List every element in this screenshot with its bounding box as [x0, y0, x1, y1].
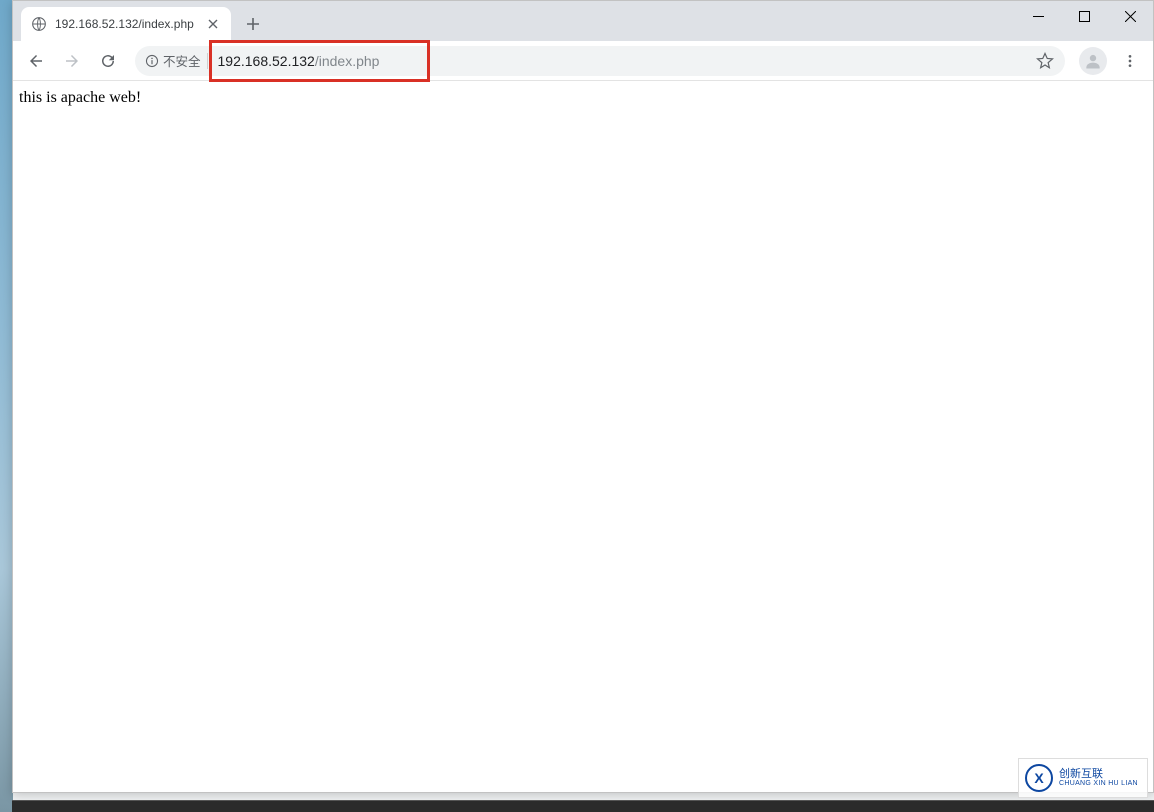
browser-tab-active[interactable]: 192.168.52.132/index.php — [21, 7, 231, 41]
browser-toolbar: 不安全 192.168.52.132/index.php — [13, 41, 1153, 81]
tab-strip: 192.168.52.132/index.php — [13, 1, 1153, 41]
window-controls — [1015, 1, 1153, 31]
bookmark-star-button[interactable] — [1035, 51, 1055, 71]
url-text: 192.168.52.132/index.php — [218, 53, 380, 69]
watermark-badge: X 创新互联 CHUANG XIN HU LIAN — [1018, 758, 1148, 798]
browser-window: 192.168.52.132/index.php — [12, 0, 1154, 793]
window-maximize-button[interactable] — [1061, 1, 1107, 31]
reload-button[interactable] — [91, 44, 125, 78]
watermark-logo-icon: X — [1025, 764, 1053, 792]
browser-menu-button[interactable] — [1113, 44, 1147, 78]
url-host: 192.168.52.132 — [218, 53, 315, 69]
window-close-button[interactable] — [1107, 1, 1153, 31]
watermark-brand: 创新互联 — [1059, 768, 1138, 780]
site-security-chip[interactable]: 不安全 — [145, 51, 210, 70]
profile-avatar-button[interactable] — [1079, 47, 1107, 75]
page-content: this is apache web! — [13, 81, 1153, 792]
tab-title: 192.168.52.132/index.php — [55, 17, 205, 31]
back-button[interactable] — [19, 44, 53, 78]
info-icon — [145, 54, 159, 68]
watermark-subtext: CHUANG XIN HU LIAN — [1059, 780, 1138, 788]
globe-icon — [31, 16, 47, 32]
page-body-text: this is apache web! — [19, 89, 141, 106]
url-path: /index.php — [315, 53, 380, 69]
separator — [207, 53, 208, 69]
taskbar-sliver — [12, 800, 1154, 812]
forward-button[interactable] — [55, 44, 89, 78]
insecure-label: 不安全 — [163, 51, 201, 70]
tab-close-button[interactable] — [205, 16, 221, 32]
new-tab-button[interactable] — [239, 10, 267, 38]
window-minimize-button[interactable] — [1015, 1, 1061, 31]
address-bar[interactable]: 不安全 192.168.52.132/index.php — [135, 46, 1065, 76]
